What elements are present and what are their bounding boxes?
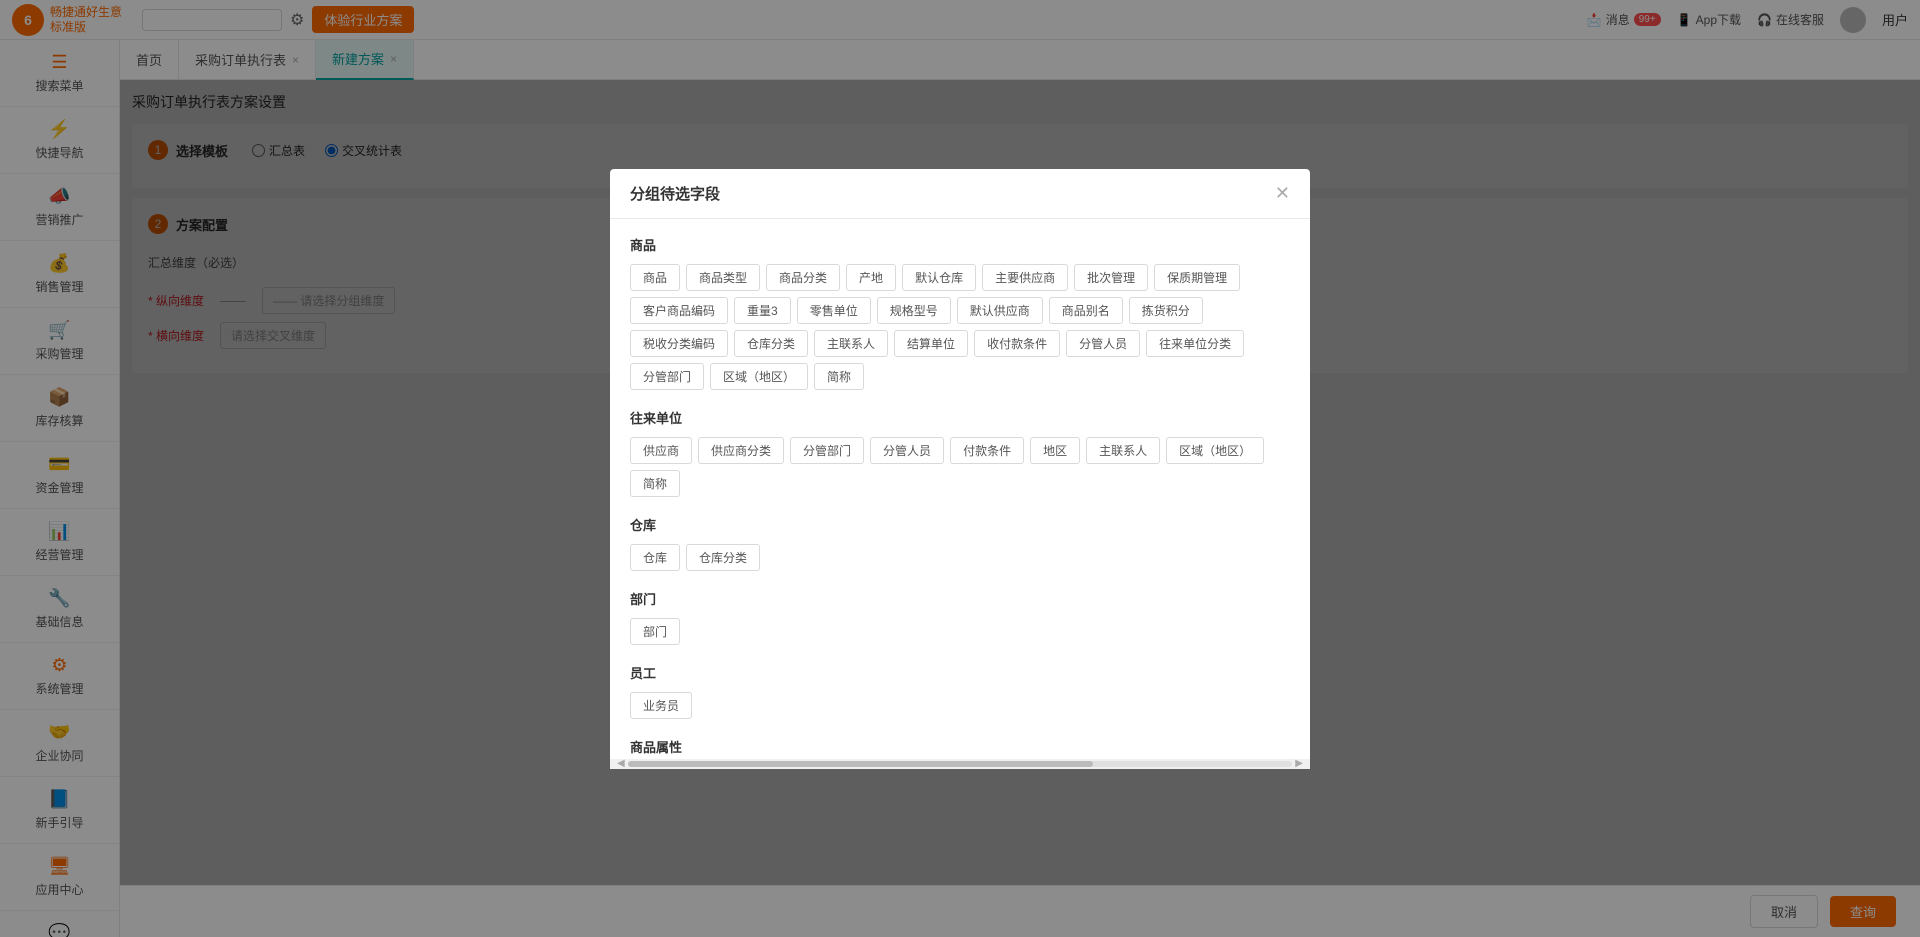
section-partner-title: 往来单位 [630,408,1290,427]
field-tag[interactable]: 仓库分类 [686,544,760,571]
section-department-title: 部门 [630,589,1290,608]
section-product-attr: 商品属性 属性 颜色 多规格 尺码 鞋码 1 [630,737,1290,759]
field-tag[interactable]: 默认仓库 [902,264,976,291]
modal-body: 商品 商品 商品类型 商品分类 产地 默认仓库 主要供应商 批次管理 保质期管理… [610,219,1310,759]
field-tag[interactable]: 商品 [630,264,680,291]
field-tag[interactable]: 分管部门 [790,437,864,464]
department-field-tags: 部门 [630,618,1290,645]
modal-title: 分组待选字段 [630,183,720,204]
field-tag[interactable]: 税收分类编码 [630,330,728,357]
field-tag[interactable]: 收付款条件 [974,330,1060,357]
hscroll-left-arrow[interactable]: ◀ [614,758,628,769]
section-department: 部门 部门 [630,589,1290,645]
field-tag[interactable]: 零售单位 [797,297,871,324]
section-warehouse-title: 仓库 [630,515,1290,534]
section-product-title: 商品 [630,235,1290,254]
field-tag[interactable]: 批次管理 [1074,264,1148,291]
field-tag[interactable]: 重量3 [734,297,791,324]
field-tag[interactable]: 主要供应商 [982,264,1068,291]
field-tag[interactable]: 付款条件 [950,437,1024,464]
field-tag[interactable]: 默认供应商 [957,297,1043,324]
field-tag[interactable]: 业务员 [630,692,692,719]
field-tag[interactable]: 商品类型 [686,264,760,291]
field-tag[interactable]: 拣货积分 [1129,297,1203,324]
modal-close-icon[interactable]: ✕ [1275,184,1290,202]
field-tag[interactable]: 部门 [630,618,680,645]
section-partner: 往来单位 供应商 供应商分类 分管部门 分管人员 付款条件 地区 主联系人 区域… [630,408,1290,497]
field-select-modal: 分组待选字段 ✕ 商品 商品 商品类型 商品分类 产地 默认仓库 主要供应商 批… [610,169,1310,769]
field-tag[interactable]: 仓库分类 [734,330,808,357]
field-tag[interactable]: 主联系人 [814,330,888,357]
hscroll-thumb [628,761,1093,767]
hscroll-bar [628,761,1293,767]
field-tag[interactable]: 供应商分类 [698,437,784,464]
field-tag[interactable]: 产地 [846,264,896,291]
field-tag[interactable]: 客户商品编码 [630,297,728,324]
field-tag[interactable]: 分管部门 [630,363,704,390]
modal-horizontal-scrollbar[interactable]: ◀ ▶ [610,759,1310,769]
field-tag[interactable]: 规格型号 [877,297,951,324]
modal-overlay: 分组待选字段 ✕ 商品 商品 商品类型 商品分类 产地 默认仓库 主要供应商 批… [0,0,1920,937]
modal-header: 分组待选字段 ✕ [610,169,1310,219]
field-tag[interactable]: 保质期管理 [1154,264,1240,291]
field-tag[interactable]: 区域（地区） [1166,437,1264,464]
field-tag[interactable]: 结算单位 [894,330,968,357]
field-tag[interactable]: 地区 [1030,437,1080,464]
field-tag[interactable]: 商品别名 [1049,297,1123,324]
section-product-attr-title: 商品属性 [630,737,1290,756]
field-tag[interactable]: 简称 [814,363,864,390]
product-field-tags: 商品 商品类型 商品分类 产地 默认仓库 主要供应商 批次管理 保质期管理 客户… [630,264,1290,390]
section-warehouse: 仓库 仓库 仓库分类 [630,515,1290,571]
partner-field-tags: 供应商 供应商分类 分管部门 分管人员 付款条件 地区 主联系人 区域（地区） … [630,437,1290,497]
section-product: 商品 商品 商品类型 商品分类 产地 默认仓库 主要供应商 批次管理 保质期管理… [630,235,1290,390]
field-tag[interactable]: 分管人员 [1066,330,1140,357]
field-tag[interactable]: 仓库 [630,544,680,571]
field-tag[interactable]: 供应商 [630,437,692,464]
field-tag[interactable]: 区域（地区） [710,363,808,390]
field-tag[interactable]: 往来单位分类 [1146,330,1244,357]
field-tag[interactable]: 简称 [630,470,680,497]
field-tag[interactable]: 商品分类 [766,264,840,291]
field-tag[interactable]: 主联系人 [1086,437,1160,464]
section-employee-title: 员工 [630,663,1290,682]
warehouse-field-tags: 仓库 仓库分类 [630,544,1290,571]
hscroll-right-arrow[interactable]: ▶ [1292,758,1306,769]
employee-field-tags: 业务员 [630,692,1290,719]
field-tag[interactable]: 分管人员 [870,437,944,464]
section-employee: 员工 业务员 [630,663,1290,719]
